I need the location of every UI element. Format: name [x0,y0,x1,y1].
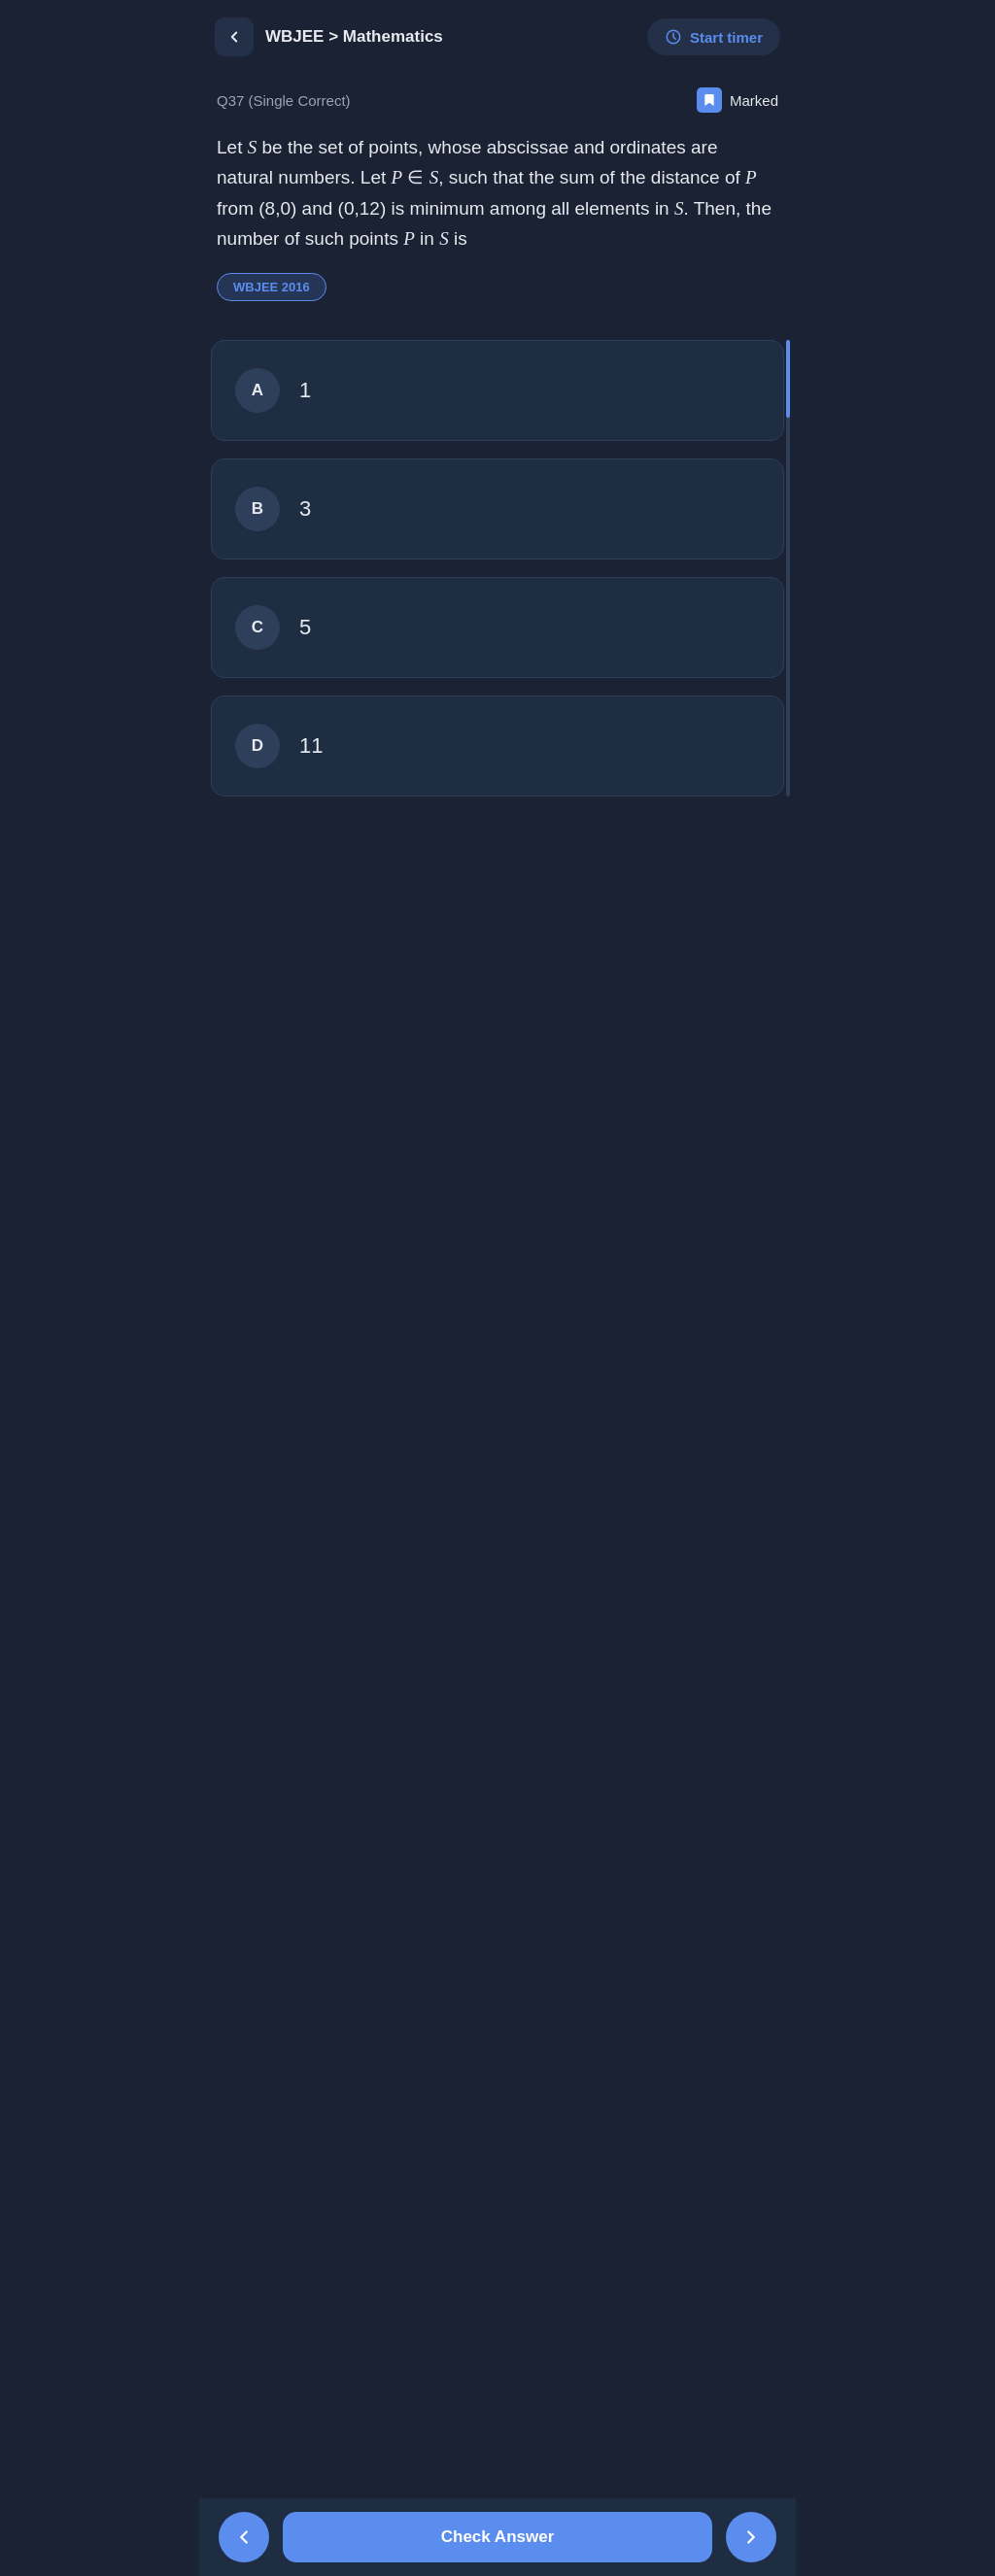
breadcrumb: WBJEE > Mathematics [265,27,635,47]
year-tag[interactable]: WBJEE 2016 [217,273,326,301]
option-d-letter: D [235,724,280,768]
option-d[interactable]: D 11 [211,695,784,797]
option-c[interactable]: C 5 [211,577,784,678]
option-b[interactable]: B 3 [211,458,784,559]
scroll-thumb [786,340,790,418]
next-button[interactable] [726,2512,776,2562]
marked-label: Marked [730,92,778,109]
options-container: A 1 B 3 C 5 D 11 [199,340,796,797]
question-meta: Q37 (Single Correct) Marked [199,74,796,122]
scroll-track [786,340,790,797]
question-body: Let S be the set of points, whose abscis… [199,122,796,273]
options-wrapper: A 1 B 3 C 5 D 11 [199,340,796,797]
back-button[interactable] [215,17,254,56]
prev-button[interactable] [219,2512,269,2562]
option-d-value: 11 [299,733,323,759]
bookmark-icon [697,87,722,113]
header: WBJEE > Mathematics Start timer [199,0,796,74]
bottom-nav: Check Answer [199,2498,796,2576]
tag-container: WBJEE 2016 [199,273,796,340]
option-b-letter: B [235,487,280,531]
option-c-value: 5 [299,615,311,640]
option-a[interactable]: A 1 [211,340,784,441]
option-b-value: 3 [299,496,311,522]
check-answer-button[interactable]: Check Answer [283,2512,712,2562]
option-a-letter: A [235,368,280,413]
option-a-value: 1 [299,378,311,403]
timer-label: Start timer [690,29,763,46]
start-timer-button[interactable]: Start timer [647,18,780,55]
question-number: Q37 (Single Correct) [217,92,351,109]
option-c-letter: C [235,605,280,650]
marked-badge[interactable]: Marked [697,87,778,113]
